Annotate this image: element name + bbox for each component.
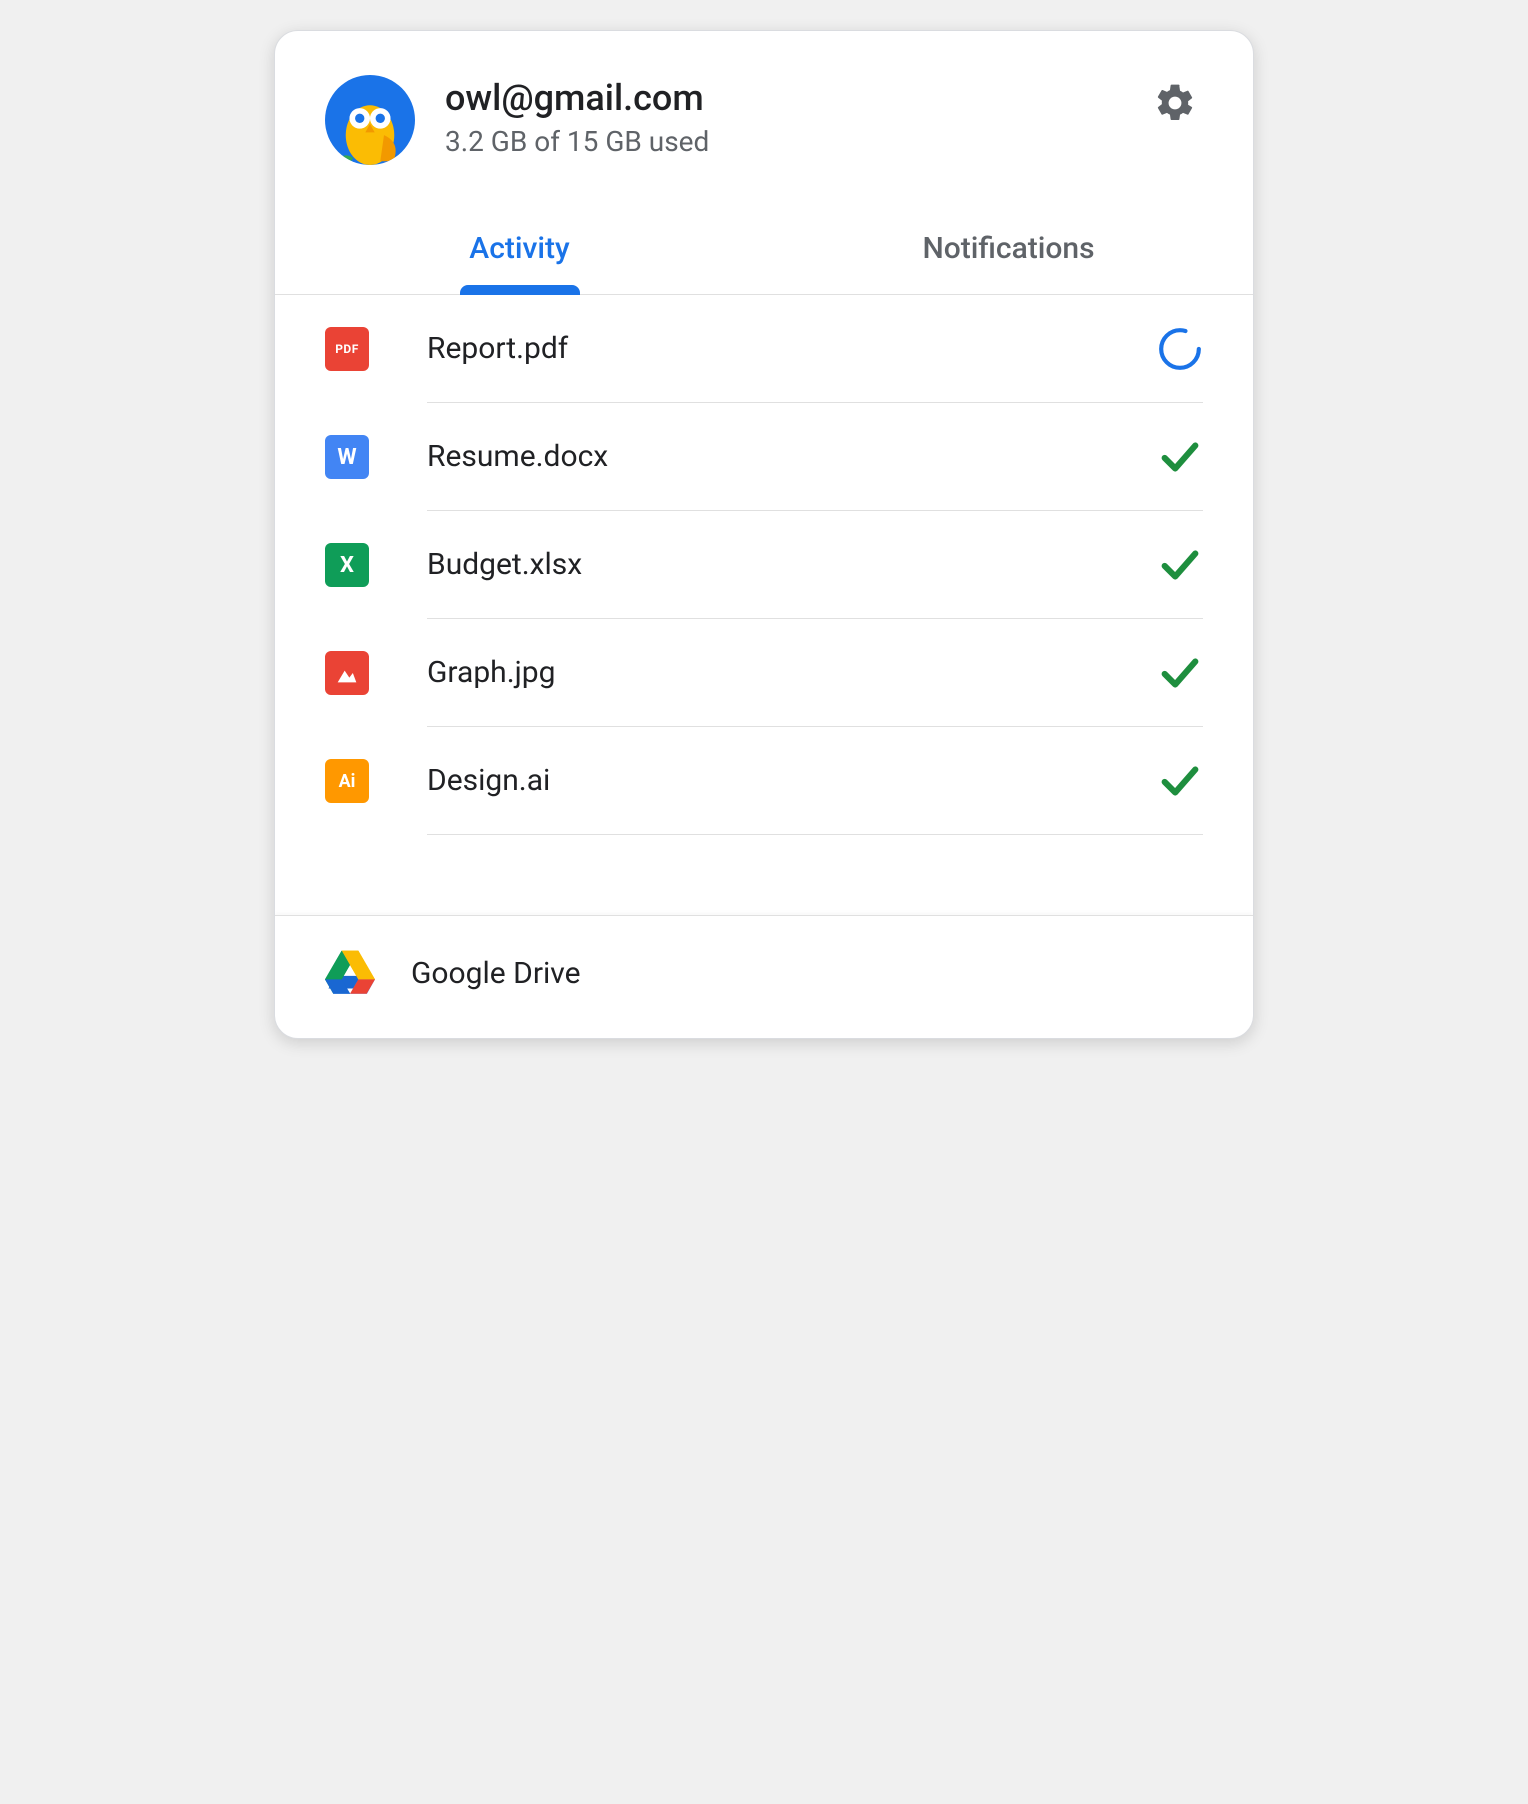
file-name: Resume.docx: [427, 439, 608, 474]
word-icon: W: [325, 435, 369, 479]
checkmark-icon: [1157, 542, 1203, 588]
file-row[interactable]: PDF Report.pdf: [325, 295, 1203, 403]
file-row[interactable]: Ai Design.ai: [325, 727, 1203, 835]
pdf-icon: PDF: [325, 327, 369, 371]
account-info: owl@gmail.com 3.2 GB of 15 GB used: [415, 75, 1153, 158]
file-row[interactable]: W Resume.docx: [325, 403, 1203, 511]
image-icon: [325, 651, 369, 695]
footer-label: Google Drive: [411, 956, 581, 991]
storage-quota: 3.2 GB of 15 GB used: [445, 125, 1153, 158]
footer: Google Drive: [275, 915, 1253, 1038]
avatar[interactable]: [325, 75, 415, 165]
file-name: Budget.xlsx: [427, 547, 582, 582]
checkmark-icon: [1157, 758, 1203, 804]
illustrator-icon: Ai: [325, 759, 369, 803]
tab-activity[interactable]: Activity: [275, 209, 764, 294]
file-name: Report.pdf: [427, 331, 568, 366]
tab-notifications[interactable]: Notifications: [764, 209, 1253, 294]
sync-spinner-icon: [1157, 326, 1203, 372]
excel-icon: X: [325, 543, 369, 587]
file-name: Design.ai: [427, 763, 550, 798]
google-drive-icon: [325, 950, 375, 996]
gear-icon: [1153, 110, 1197, 129]
account-email: owl@gmail.com: [445, 79, 1153, 119]
checkmark-icon: [1157, 650, 1203, 696]
account-header: owl@gmail.com 3.2 GB of 15 GB used: [275, 31, 1253, 185]
settings-button[interactable]: [1153, 81, 1197, 129]
drive-backup-panel: owl@gmail.com 3.2 GB of 15 GB used Activ…: [274, 30, 1254, 1039]
file-name: Graph.jpg: [427, 655, 555, 690]
tab-bar: Activity Notifications: [275, 209, 1253, 295]
file-row[interactable]: Graph.jpg: [325, 619, 1203, 727]
checkmark-icon: [1157, 434, 1203, 480]
file-list: PDF Report.pdf W Resume.docx X Budget.xl…: [275, 295, 1253, 915]
file-row[interactable]: X Budget.xlsx: [325, 511, 1203, 619]
